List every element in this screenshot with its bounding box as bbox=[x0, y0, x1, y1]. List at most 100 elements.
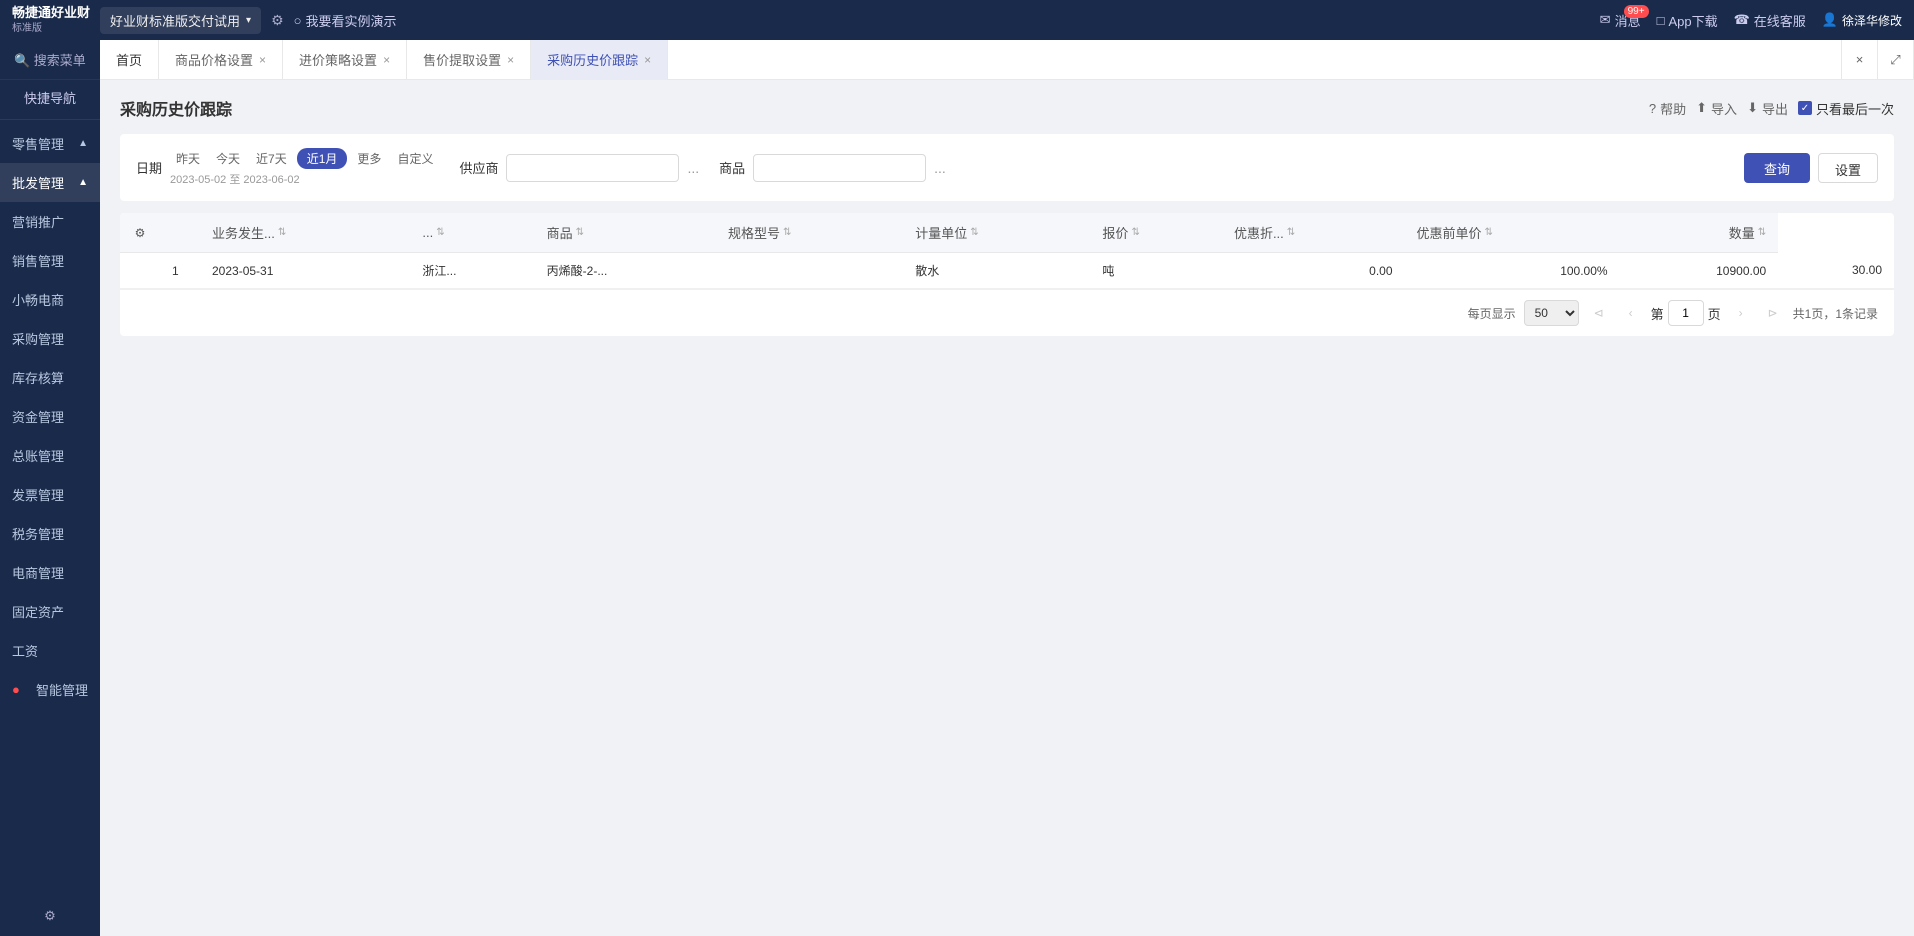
prev-page-button[interactable]: ‹ bbox=[1619, 301, 1643, 325]
sidebar-search[interactable]: 🔍 搜索菜单 bbox=[0, 40, 100, 80]
sidebar-item-fixed-assets[interactable]: 固定资产 bbox=[0, 592, 100, 631]
sidebar-item-purchase-label: 采购管理 bbox=[12, 329, 64, 348]
app-download-button[interactable]: □ App下载 bbox=[1657, 11, 1718, 30]
th-pre-discount[interactable]: 优惠前单价 ⇅ bbox=[1405, 213, 1620, 253]
search-icon: 🔍 bbox=[14, 53, 30, 68]
tab-expand-button[interactable]: ⤢ bbox=[1878, 40, 1914, 80]
th-more[interactable]: ... ⇅ bbox=[410, 213, 534, 253]
only-last-checkbox[interactable]: 只看最后一次 bbox=[1798, 99, 1894, 118]
demo-link[interactable]: ○ 我要看实例演示 bbox=[294, 11, 397, 30]
sidebar-item-inventory[interactable]: 库存核算 bbox=[0, 358, 100, 397]
sidebar-item-purchase[interactable]: 采购管理 bbox=[0, 319, 100, 358]
sidebar-quick-nav[interactable]: 快捷导航 bbox=[0, 80, 100, 115]
date-opt-last1m[interactable]: 近1月 bbox=[297, 148, 348, 169]
goods-input[interactable] bbox=[753, 154, 926, 182]
help-label: 帮助 bbox=[1660, 99, 1686, 118]
supplier-dots[interactable]: ... bbox=[687, 160, 699, 176]
only-last-label: 只看最后一次 bbox=[1816, 99, 1894, 118]
messages-button[interactable]: ✉ 消息 99+ bbox=[1600, 11, 1641, 30]
tab-purchase-strategy[interactable]: 进价策略设置 × bbox=[283, 40, 407, 80]
sidebar-item-retail-label: 零售管理 bbox=[12, 134, 64, 153]
table-header-row: ⚙ 业务发生... ⇅ ... bbox=[120, 213, 1894, 253]
export-label: 导出 bbox=[1762, 99, 1788, 118]
checkbox-icon bbox=[1798, 101, 1812, 115]
sidebar-item-sales-label: 销售管理 bbox=[12, 251, 64, 270]
page-content: 采购历史价跟踪 ? 帮助 ⬆ 导入 ⬇ 导出 bbox=[100, 80, 1914, 936]
topbar-right: ✉ 消息 99+ □ App下载 ☎ 在线客服 👤 徐泽华修改 bbox=[1600, 11, 1902, 30]
sort-icon-goods: ⇅ bbox=[576, 227, 584, 238]
date-opt-last7[interactable]: 近7天 bbox=[250, 148, 293, 169]
date-label: 日期 bbox=[136, 158, 162, 177]
tab-sale-extract[interactable]: 售价提取设置 × bbox=[407, 40, 531, 80]
table-body: 1 2023-05-31 浙江... 丙烯酸-2-... 散水 吨 0.00 1… bbox=[120, 253, 1894, 289]
date-opt-more[interactable]: 更多 bbox=[351, 148, 387, 169]
sort-icon-quote: ⇅ bbox=[1131, 227, 1139, 238]
sidebar-item-small-ecommerce[interactable]: 小畅电商 bbox=[0, 280, 100, 319]
th-discount[interactable]: 优惠折... ⇅ bbox=[1222, 213, 1405, 253]
filter-row: 日期 昨天 今天 近7天 近1月 更多 自定义 2023-05-02 至 202… bbox=[136, 148, 1878, 187]
th-date[interactable]: 业务发生... ⇅ bbox=[200, 213, 410, 253]
version-selector[interactable]: 好业财标准版交付试用 ▾ bbox=[100, 7, 261, 34]
import-button[interactable]: ⬆ 导入 bbox=[1696, 99, 1737, 118]
sidebar-item-general-ledger[interactable]: 总账管理 bbox=[0, 436, 100, 475]
help-button[interactable]: ? 帮助 bbox=[1649, 99, 1686, 118]
chevron-icon: ▲ bbox=[78, 177, 88, 188]
goods-dots[interactable]: ... bbox=[934, 160, 946, 176]
sidebar-item-general-ledger-label: 总账管理 bbox=[12, 446, 64, 465]
gear-icon[interactable]: ⚙ bbox=[271, 12, 284, 29]
page-prefix: 第 bbox=[1651, 304, 1664, 323]
sidebar-item-sales[interactable]: 销售管理 bbox=[0, 241, 100, 280]
page-header: 采购历史价跟踪 ? 帮助 ⬆ 导入 ⬇ 导出 bbox=[120, 96, 1894, 120]
tab-home[interactable]: 首页 bbox=[100, 40, 159, 80]
tab-purchase-history-close[interactable]: × bbox=[644, 53, 651, 67]
supplier-input[interactable] bbox=[506, 154, 679, 182]
online-service-button[interactable]: ☎ 在线客服 bbox=[1734, 11, 1806, 30]
sidebar-item-ecommerce[interactable]: 电商管理 bbox=[0, 553, 100, 592]
sidebar-item-invoice[interactable]: 发票管理 bbox=[0, 475, 100, 514]
tab-purchase-strategy-close[interactable]: × bbox=[383, 53, 390, 67]
page-input[interactable] bbox=[1668, 300, 1704, 326]
sidebar-item-marketing[interactable]: 营销推广 bbox=[0, 202, 100, 241]
last-page-button[interactable]: ⊳ bbox=[1761, 301, 1785, 325]
tab-purchase-strategy-label: 进价策略设置 bbox=[299, 50, 377, 69]
sidebar-gear-button[interactable]: ⚙ bbox=[0, 896, 100, 936]
table-card: ⚙ 业务发生... ⇅ ... bbox=[120, 213, 1894, 336]
tab-sale-extract-label: 售价提取设置 bbox=[423, 50, 501, 69]
per-page-select[interactable]: 20 50 100 bbox=[1524, 300, 1579, 326]
th-qty[interactable]: 数量 ⇅ bbox=[1620, 213, 1779, 253]
th-spec[interactable]: 规格型号 ⇅ bbox=[716, 213, 903, 253]
th-goods[interactable]: 商品 ⇅ bbox=[535, 213, 716, 253]
pagination-info: 共1页，1条记录 bbox=[1793, 305, 1878, 322]
settings-button[interactable]: 设置 bbox=[1818, 153, 1878, 183]
download-icon: □ bbox=[1657, 13, 1665, 28]
export-button[interactable]: ⬇ 导出 bbox=[1747, 99, 1788, 118]
sidebar-item-finance[interactable]: 资金管理 bbox=[0, 397, 100, 436]
tab-purchase-history[interactable]: 采购历史价跟踪 × bbox=[531, 40, 668, 80]
message-icon: ✉ bbox=[1600, 12, 1611, 28]
first-page-button[interactable]: ⊲ bbox=[1587, 301, 1611, 325]
cell-spec bbox=[716, 253, 903, 289]
sidebar-item-retail[interactable]: 零售管理 ▲ bbox=[0, 124, 100, 163]
th-unit[interactable]: 计量单位 ⇅ bbox=[903, 213, 1090, 253]
tab-close-button[interactable]: × bbox=[1842, 40, 1878, 80]
table-wrapper: ⚙ 业务发生... ⇅ ... bbox=[120, 213, 1894, 289]
export-icon: ⬇ bbox=[1747, 100, 1758, 116]
tab-sale-extract-close[interactable]: × bbox=[507, 53, 514, 67]
cell-gear bbox=[120, 253, 160, 289]
sidebar-item-payroll[interactable]: 工资 bbox=[0, 631, 100, 670]
tab-price[interactable]: 商品价格设置 × bbox=[159, 40, 283, 80]
query-button[interactable]: 查询 bbox=[1744, 153, 1810, 183]
date-opt-yesterday[interactable]: 昨天 bbox=[170, 148, 206, 169]
date-opt-custom[interactable]: 自定义 bbox=[391, 148, 439, 169]
th-quote[interactable]: 报价 ⇅ bbox=[1090, 213, 1222, 253]
tab-price-close[interactable]: × bbox=[259, 53, 266, 67]
next-page-button[interactable]: › bbox=[1729, 301, 1753, 325]
user-profile[interactable]: 👤 徐泽华修改 bbox=[1822, 12, 1902, 29]
date-opt-today[interactable]: 今天 bbox=[210, 148, 246, 169]
sidebar-item-wholesale[interactable]: 批发管理 ▲ bbox=[0, 163, 100, 202]
cell-discount: 100.00% bbox=[1405, 253, 1620, 289]
logo-line1: 畅捷通好业财 bbox=[12, 5, 90, 22]
sidebar-item-smart[interactable]: ● 智能管理 bbox=[0, 670, 100, 709]
th-gear[interactable]: ⚙ bbox=[120, 213, 160, 253]
sidebar-item-tax[interactable]: 税务管理 bbox=[0, 514, 100, 553]
